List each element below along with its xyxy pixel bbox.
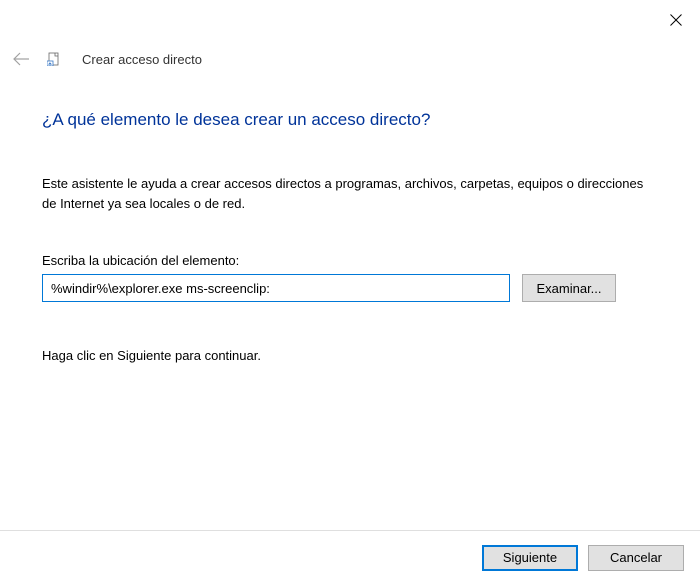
cancel-button[interactable]: Cancelar — [588, 545, 684, 571]
shortcut-file-icon — [46, 51, 62, 67]
description-text: Este asistente le ayuda a crear accesos … — [42, 174, 658, 213]
continue-instruction: Haga clic en Siguiente para continuar. — [42, 348, 658, 363]
input-row: Examinar... — [42, 274, 658, 302]
close-icon — [670, 14, 682, 26]
content-area: ¿A qué elemento le desea crear un acceso… — [42, 110, 658, 363]
location-label: Escriba la ubicación del elemento: — [42, 253, 658, 268]
next-button[interactable]: Siguiente — [482, 545, 578, 571]
footer-bar: Siguiente Cancelar — [0, 530, 700, 584]
browse-button[interactable]: Examinar... — [522, 274, 616, 302]
location-input[interactable] — [42, 274, 510, 302]
wizard-title: Crear acceso directo — [82, 52, 202, 67]
page-heading: ¿A qué elemento le desea crear un acceso… — [42, 110, 658, 130]
back-button — [10, 50, 32, 68]
back-arrow-icon — [12, 52, 30, 66]
close-button[interactable] — [664, 8, 688, 32]
header-row: Crear acceso directo — [10, 50, 202, 68]
